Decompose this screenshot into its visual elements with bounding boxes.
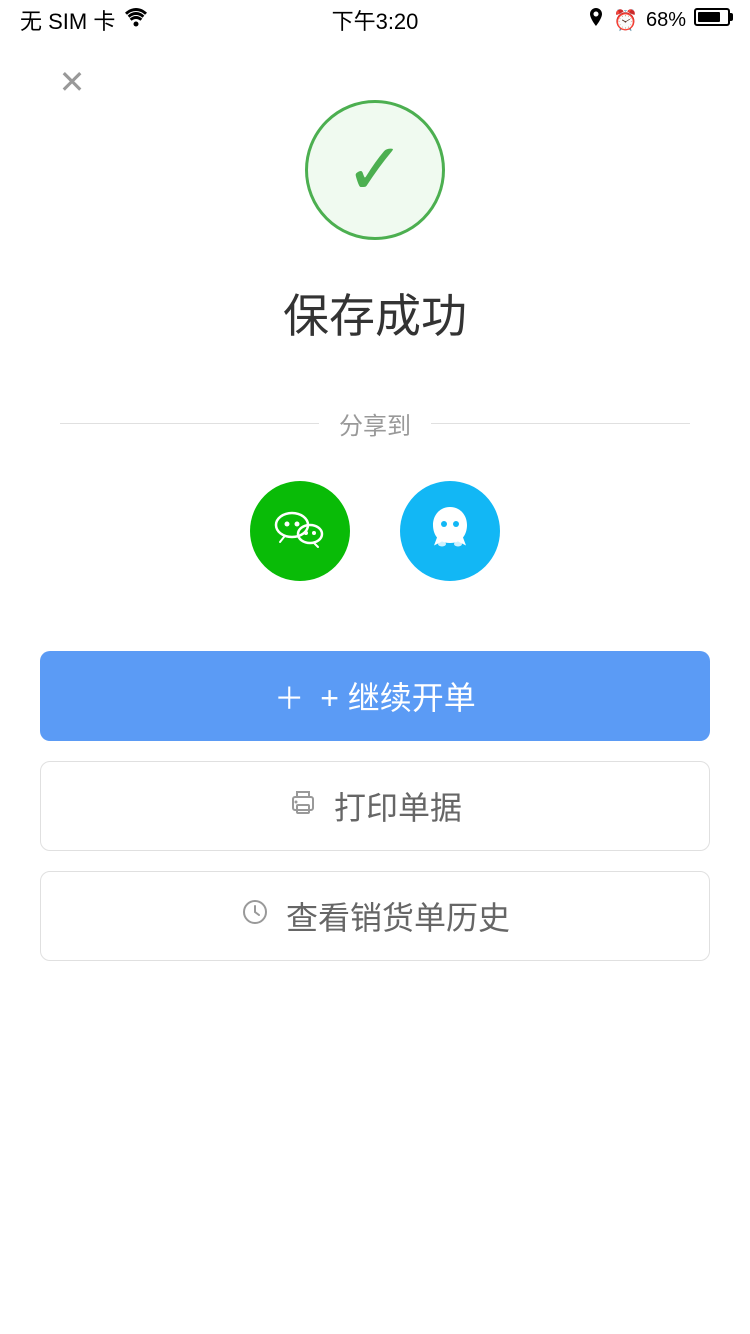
- share-label: 分享到: [319, 406, 431, 441]
- history-button[interactable]: 查看销货单历史: [40, 871, 710, 961]
- share-icons-container: [250, 481, 500, 581]
- success-title: 保存成功: [283, 280, 467, 346]
- status-left: 无 SIM 卡: [20, 4, 149, 36]
- close-icon: ✕: [59, 66, 86, 98]
- divider-right: [431, 423, 690, 424]
- status-right: ⏰ 68%: [587, 8, 730, 33]
- status-time: 下午3:20: [332, 4, 419, 36]
- location-icon: [587, 8, 605, 32]
- qq-icon: [420, 501, 480, 561]
- history-label: 查看销货单历史: [286, 893, 510, 939]
- main-content: ✓ 保存成功 分享到: [0, 40, 750, 961]
- share-qq-button[interactable]: [400, 481, 500, 581]
- clock-icon: [240, 897, 270, 935]
- divider-left: [60, 423, 319, 424]
- status-bar: 无 SIM 卡 下午3:20 ⏰ 68%: [0, 0, 750, 40]
- printer-icon: [288, 787, 318, 825]
- print-button[interactable]: 打印单据: [40, 761, 710, 851]
- checkmark-icon: ✓: [345, 134, 405, 206]
- wifi-icon: [123, 7, 149, 33]
- close-button[interactable]: ✕: [50, 60, 94, 104]
- continue-label: + 继续开单: [320, 673, 476, 719]
- wechat-icon: [270, 501, 330, 561]
- plus-icon: ＋: [274, 674, 304, 718]
- battery-percent: 68%: [646, 9, 686, 32]
- continue-button[interactable]: ＋ + 继续开单: [40, 651, 710, 741]
- print-label: 打印单据: [334, 783, 462, 829]
- share-divider: 分享到: [0, 406, 750, 441]
- share-wechat-button[interactable]: [250, 481, 350, 581]
- success-circle: ✓: [305, 100, 445, 240]
- action-buttons: ＋ + 继续开单 打印单据 查看销货单历史: [0, 651, 750, 961]
- sim-label: 无 SIM 卡: [20, 4, 115, 36]
- alarm-icon: ⏰: [613, 8, 638, 33]
- battery-icon: [694, 8, 730, 32]
